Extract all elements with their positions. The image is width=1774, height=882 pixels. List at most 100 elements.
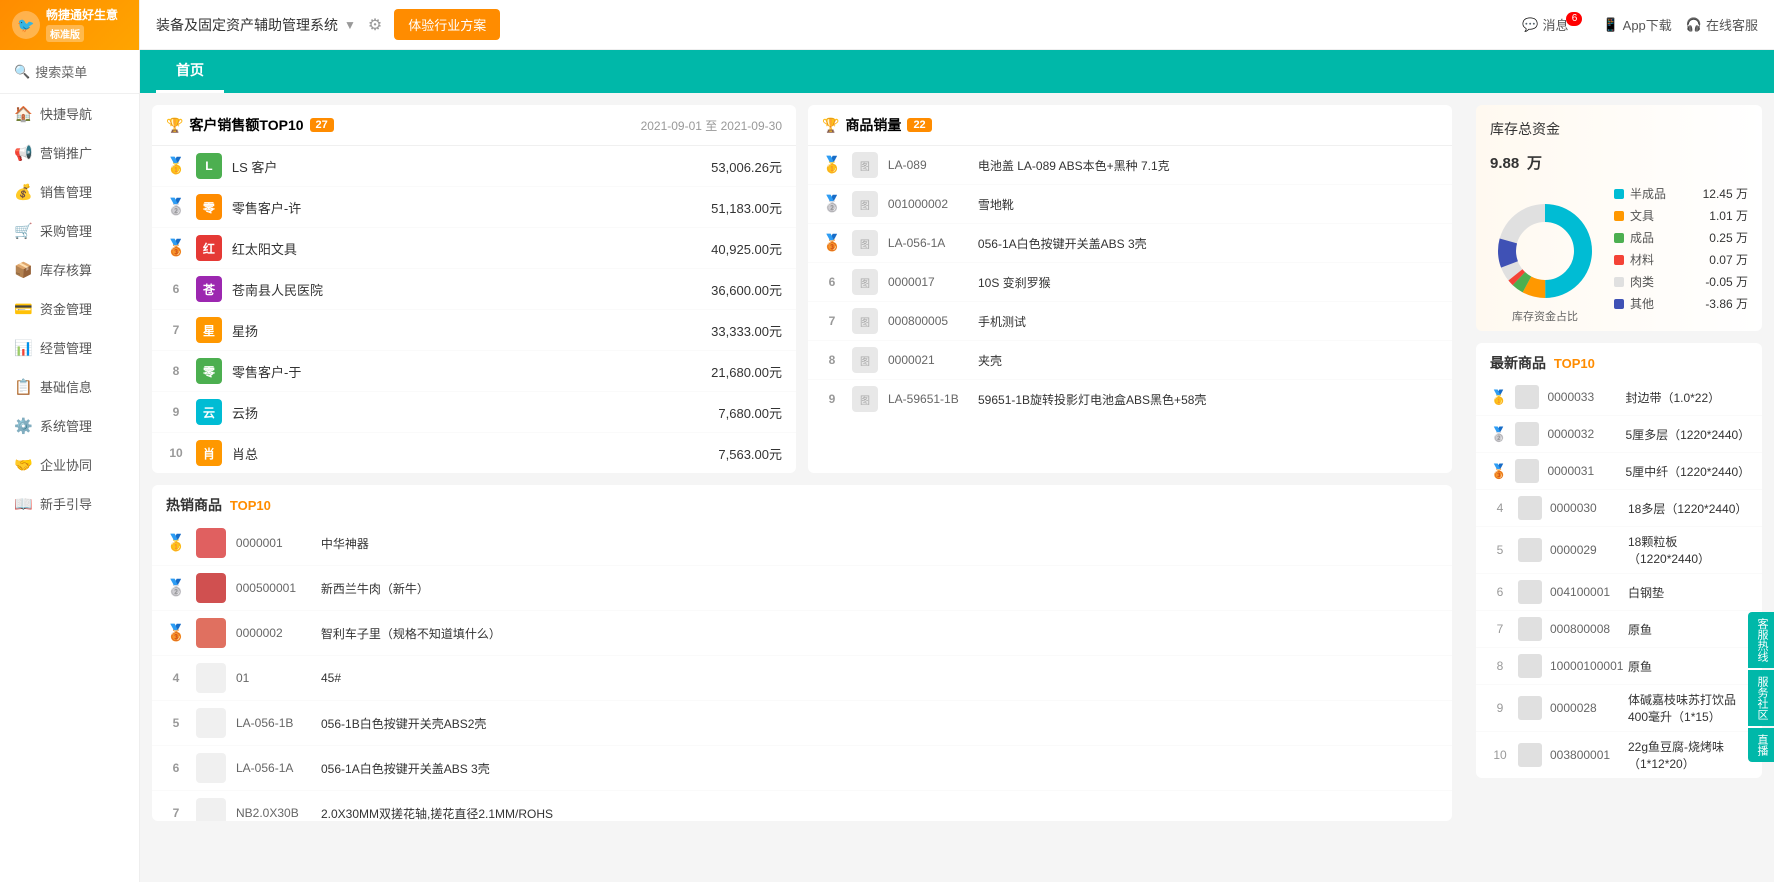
list-item: 🥉 0000002 智利车子里（规格不知道填什么）	[152, 611, 1452, 656]
customer-name: 云扬	[232, 403, 708, 422]
dropdown-icon[interactable]: ▼	[344, 18, 356, 32]
sidebar-item-marketing[interactable]: 📢 营销推广	[0, 133, 139, 172]
online-service-item[interactable]: 🎧 在线客服	[1686, 15, 1758, 34]
sidebar-item-enterprise[interactable]: 🤝 企业协同	[0, 445, 139, 484]
guide-icon: 📖	[14, 495, 32, 513]
table-row: 7 星 星扬 33,333.00元	[152, 310, 796, 351]
product-code: 0000030	[1550, 501, 1620, 515]
message-badge: 6	[1566, 12, 1582, 26]
sidebar-item-navigation[interactable]: 🏠 快捷导航	[0, 94, 139, 133]
customer-name: 零售客户-于	[232, 362, 701, 381]
product-image: 图	[852, 191, 878, 217]
customer-ranking-title: 客户销售额TOP10	[189, 115, 303, 135]
app-download-label: App下载	[1623, 15, 1672, 34]
customer-name: 零售客户-许	[232, 198, 701, 217]
customer-name: 星扬	[232, 321, 701, 340]
float-service-panel: 客服热线 服务社区 直播	[1748, 612, 1774, 762]
legend-color-dot	[1614, 211, 1624, 221]
settings-gear-icon[interactable]: ⚙	[368, 15, 382, 35]
product-name: 新西兰牛肉（新牛）	[321, 580, 1438, 597]
sidebar-item-basics[interactable]: 📋 基础信息	[0, 367, 139, 406]
list-item: 8 10000100001 原鱼	[1476, 648, 1762, 685]
list-item: 🥈 000500001 新西兰牛肉（新牛）	[152, 566, 1452, 611]
headset-icon: 🎧	[1686, 17, 1702, 33]
top-panels: 🏆 客户销售额TOP10 27 2021-09-01 至 2021-09-30 …	[152, 105, 1452, 485]
rank-medal-icon: 🥇	[166, 533, 186, 553]
product-image: 图	[852, 230, 878, 256]
product-code: 0000001	[236, 536, 311, 550]
search-menu-button[interactable]: 🔍 搜索菜单	[10, 58, 129, 85]
legend-category-name: 其他	[1630, 295, 1699, 312]
legend-category-value: 1.01 万	[1709, 207, 1748, 224]
app-download-item[interactable]: 📱 App下载	[1602, 15, 1671, 34]
product-ranking-panel: 🏆 商品销量 22 🥇 图 LA-089 电池盖 LA-089 ABS本色+黑种…	[808, 105, 1452, 473]
product-image	[1515, 422, 1539, 446]
product-name: 18多层（1220*2440）	[1628, 500, 1748, 517]
sidebar-search-section: 🔍 搜索菜单	[0, 50, 139, 94]
legend-item: 成品 0.25 万	[1614, 229, 1748, 246]
customer-ranking-panel: 🏆 客户销售额TOP10 27 2021-09-01 至 2021-09-30 …	[152, 105, 796, 473]
product-image	[1518, 617, 1542, 641]
inventory-unit: 万	[1527, 155, 1542, 172]
product-name: 10S 变刹罗猴	[978, 274, 1438, 291]
sidebar-item-system[interactable]: ⚙️ 系统管理	[0, 406, 139, 445]
logo-text: 畅捷通好生意	[46, 8, 118, 22]
rank-number: 10	[166, 446, 186, 460]
rank-number: 8	[822, 353, 842, 367]
product-code: 000500001	[236, 581, 311, 595]
customer-service-button[interactable]: 客服热线	[1748, 612, 1774, 668]
product-name: 手机测试	[978, 313, 1438, 330]
product-code: 000800005	[888, 314, 968, 328]
rank-medal-icon: 🥇	[822, 155, 842, 175]
sidebar-item-operations[interactable]: 📊 经营管理	[0, 328, 139, 367]
rank-medal-icon: 🥈	[822, 194, 842, 214]
tab-home[interactable]: 首页	[156, 50, 224, 93]
legend-category-value: -3.86 万	[1705, 295, 1748, 312]
rank-number: 7	[166, 323, 186, 337]
rank-number: 8	[166, 364, 186, 378]
list-item: 5 0000029 18颗粒板（1220*2440）	[1476, 527, 1762, 574]
customer-amount: 7,563.00元	[718, 444, 782, 463]
rank-number: 4	[166, 671, 186, 685]
service-community-button[interactable]: 服务社区	[1748, 670, 1774, 726]
list-item: 10 003800001 22g鱼豆腐-烧烤味（1*12*20）	[1476, 732, 1762, 778]
product-name: 雪地靴	[978, 196, 1438, 213]
legend-category-value: 12.45 万	[1703, 185, 1748, 202]
sidebar-item-label: 新手引导	[40, 494, 92, 513]
product-name: 18颗粒板（1220*2440）	[1628, 533, 1748, 567]
online-service-label: 在线客服	[1706, 15, 1758, 34]
legend-category-name: 材料	[1630, 251, 1703, 268]
system-icon: ⚙️	[14, 417, 32, 435]
trial-plan-button[interactable]: 体验行业方案	[394, 9, 500, 40]
product-image	[1518, 654, 1542, 678]
content-area: 🏆 客户销售额TOP10 27 2021-09-01 至 2021-09-30 …	[140, 93, 1774, 882]
sidebar-item-label: 资金管理	[40, 299, 92, 318]
rank-number: 5	[166, 716, 186, 730]
top10-badge: TOP10	[230, 498, 271, 513]
live-broadcast-button[interactable]: 直播	[1748, 728, 1774, 762]
sidebar-item-purchase[interactable]: 🛒 采购管理	[0, 211, 139, 250]
content-right: 库存总资金 9.88 万	[1464, 93, 1774, 882]
product-image	[1518, 580, 1542, 604]
message-item[interactable]: 💬 消息 6	[1522, 15, 1588, 34]
sidebar-item-inventory[interactable]: 📦 库存核算	[0, 250, 139, 289]
product-image	[1515, 459, 1539, 483]
rank-medal-icon: 🥇	[166, 156, 186, 176]
legend-category-name: 半成品	[1630, 185, 1697, 202]
rank-number: 10	[1490, 748, 1510, 762]
product-name: 056-1A白色按键开关盖ABS 3壳	[321, 760, 1438, 777]
rank-number: 9	[822, 392, 842, 406]
sidebar-item-sales[interactable]: 💰 销售管理	[0, 172, 139, 211]
legend-item: 其他 -3.86 万	[1614, 295, 1748, 312]
customer-name: 红太阳文具	[232, 239, 701, 258]
inventory-legend: 半成品 12.45 万 文具 1.01 万 成品 0.25 万	[1614, 185, 1748, 317]
product-name: 5厘多层（1220*2440）	[1625, 426, 1748, 443]
basics-icon: 📋	[14, 378, 32, 396]
sidebar-item-guide[interactable]: 📖 新手引导	[0, 484, 139, 523]
avatar: 肖	[196, 440, 222, 466]
product-image	[196, 528, 226, 558]
avatar: L	[196, 153, 222, 179]
rank-number: 6	[166, 282, 186, 296]
sidebar-item-finance[interactable]: 💳 资金管理	[0, 289, 139, 328]
table-row: 6 图 0000017 10S 变刹罗猴	[808, 263, 1452, 302]
